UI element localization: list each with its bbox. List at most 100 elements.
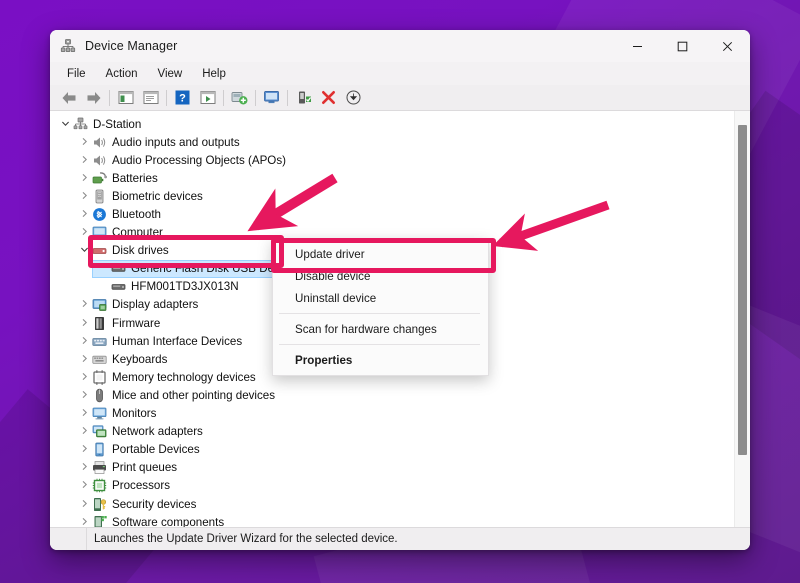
speaker-icon: [91, 135, 108, 150]
uninstall-device-icon[interactable]: [316, 87, 341, 109]
chevron-right-icon[interactable]: [77, 354, 91, 365]
chevron-right-icon[interactable]: [77, 517, 91, 527]
enable-device-icon[interactable]: [291, 87, 316, 109]
fingerprint-icon: [91, 189, 108, 204]
tree-item[interactable]: Mice and other pointing devices: [50, 386, 734, 404]
scan-for-hardware-changes-icon[interactable]: [259, 87, 284, 109]
context-menu-item-disable-device[interactable]: Disable device: [273, 265, 488, 287]
tree-item-label: Audio Processing Objects (APOs): [108, 154, 286, 167]
chevron-right-icon[interactable]: [77, 318, 91, 329]
scrollbar-thumb[interactable]: [738, 125, 747, 455]
show-hide-console-tree-icon[interactable]: [113, 87, 138, 109]
menu-help[interactable]: Help: [193, 65, 235, 83]
tree-item[interactable]: Bluetooth: [50, 205, 734, 223]
tree-item-label: HFM001TD3JX013N: [127, 280, 239, 293]
tree-item[interactable]: Portable Devices: [50, 441, 734, 459]
memory-icon: [91, 370, 108, 385]
tree-item[interactable]: Monitors: [50, 405, 734, 423]
minimize-button[interactable]: [615, 30, 660, 62]
status-bar-segment: [50, 528, 87, 550]
context-menu-item-scan-for-hardware-changes[interactable]: Scan for hardware changes: [273, 318, 488, 340]
tree-item[interactable]: Print queues: [50, 459, 734, 477]
tree-item[interactable]: Audio Processing Objects (APOs): [50, 151, 734, 169]
menu-view[interactable]: View: [149, 65, 192, 83]
update-driver-icon[interactable]: [227, 87, 252, 109]
network-adapter-icon: [91, 424, 108, 439]
chevron-right-icon[interactable]: [77, 299, 91, 310]
context-menu-item-uninstall-device[interactable]: Uninstall device: [273, 287, 488, 309]
chevron-right-icon[interactable]: [77, 227, 91, 238]
chevron-down-icon[interactable]: [77, 245, 91, 256]
chevron-right-icon[interactable]: [77, 137, 91, 148]
tree-item-label: Human Interface Devices: [108, 335, 242, 348]
tree-item-label: Firmware: [108, 317, 160, 330]
speaker-icon: [91, 153, 108, 168]
chevron-right-icon[interactable]: [77, 480, 91, 491]
monitor-icon: [91, 406, 108, 421]
bluetooth-icon: [91, 207, 108, 222]
back-icon[interactable]: [56, 87, 81, 109]
chevron-right-icon[interactable]: [77, 191, 91, 202]
toolbar-separator: [166, 90, 167, 106]
chevron-right-icon[interactable]: [77, 462, 91, 473]
status-bar-text: Launches the Update Driver Wizard for th…: [87, 533, 398, 545]
tree-item[interactable]: D-Station: [50, 115, 734, 133]
tree-item[interactable]: Processors: [50, 477, 734, 495]
chevron-right-icon[interactable]: [77, 499, 91, 510]
tree-item-label: Monitors: [108, 407, 156, 420]
tree-item-label: Memory technology devices: [108, 371, 256, 384]
monitor-icon: [91, 225, 108, 240]
chevron-right-icon[interactable]: [77, 372, 91, 383]
tree-item-label: Portable Devices: [108, 443, 200, 456]
tree-item-label: Disk drives: [108, 244, 169, 257]
chevron-right-icon[interactable]: [77, 390, 91, 401]
tree-item[interactable]: Batteries: [50, 169, 734, 187]
drive-icon: [110, 261, 127, 276]
tree-item[interactable]: Security devices: [50, 495, 734, 513]
chevron-down-icon[interactable]: [58, 119, 72, 130]
toolbar-separator: [255, 90, 256, 106]
toolbar-separator: [109, 90, 110, 106]
drive-icon: [110, 279, 127, 294]
menu-action[interactable]: Action: [97, 65, 147, 83]
tree-item-label: Bluetooth: [108, 208, 161, 221]
forward-icon[interactable]: [81, 87, 106, 109]
tree-item-label: Display adapters: [108, 298, 198, 311]
context-menu-item-properties[interactable]: Properties: [273, 349, 488, 371]
context-menu-separator: [279, 313, 480, 314]
tree-item-label: Batteries: [108, 172, 158, 185]
tree-item[interactable]: Audio inputs and outputs: [50, 133, 734, 151]
context-menu-item-update-driver[interactable]: Update driver: [273, 243, 488, 265]
chevron-right-icon[interactable]: [77, 408, 91, 419]
chevron-right-icon[interactable]: [77, 426, 91, 437]
status-bar: Launches the Update Driver Wizard for th…: [50, 527, 750, 550]
tree-item-label: Audio inputs and outputs: [108, 136, 240, 149]
chevron-right-icon[interactable]: [77, 173, 91, 184]
chevron-right-icon[interactable]: [77, 444, 91, 455]
chevron-right-icon[interactable]: [77, 336, 91, 347]
window-controls: [615, 30, 750, 62]
toolbar-separator: [223, 90, 224, 106]
view-icon[interactable]: [195, 87, 220, 109]
tree-item-label: Computer: [108, 226, 163, 239]
chevron-right-icon[interactable]: [77, 155, 91, 166]
tree-item[interactable]: Network adapters: [50, 423, 734, 441]
context-menu[interactable]: Update driverDisable deviceUninstall dev…: [272, 238, 489, 376]
keyboard-icon: [91, 352, 108, 367]
software-component-icon: [91, 515, 108, 527]
vertical-scrollbar[interactable]: [734, 111, 750, 527]
chevron-right-icon[interactable]: [77, 209, 91, 220]
properties-icon[interactable]: [138, 87, 163, 109]
download-icon[interactable]: [341, 87, 366, 109]
tree-item[interactable]: Software components: [50, 513, 734, 527]
maximize-button[interactable]: [660, 30, 705, 62]
device-manager-icon: [60, 38, 76, 54]
menu-file[interactable]: File: [58, 65, 95, 83]
context-menu-separator: [279, 344, 480, 345]
svg-text:?: ?: [179, 93, 186, 105]
tree-item[interactable]: Biometric devices: [50, 187, 734, 205]
help-icon[interactable]: ?: [170, 87, 195, 109]
tree-item-label: Mice and other pointing devices: [108, 389, 275, 402]
tree-item-label: D-Station: [89, 118, 141, 131]
close-button[interactable]: [705, 30, 750, 62]
